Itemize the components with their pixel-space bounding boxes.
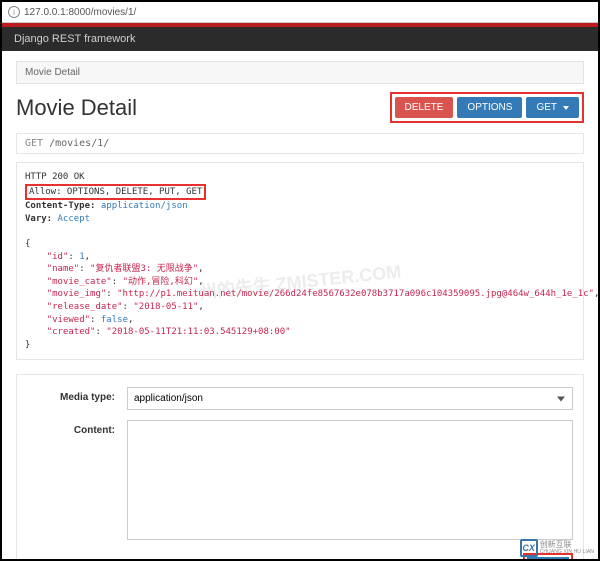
breadcrumb-current: Movie Detail [25,67,80,78]
media-type-label: Media type: [27,387,127,403]
action-button-group: DELETE OPTIONS GET [390,92,584,123]
site-info-icon[interactable]: i [8,6,20,18]
brand-line2: CHUANG XIN HU LIAN [540,550,594,555]
url-text: 127.0.0.1:8000/movies/1/ [24,7,136,18]
status-line: HTTP 200 OK [25,172,85,182]
navbar-brand[interactable]: Django REST framework [14,33,135,45]
content-label: Content: [27,420,127,436]
request-method: GET [25,138,43,149]
response-text: HTTP 200 OK Allow: OPTIONS, DELETE, PUT,… [25,171,575,351]
get-button-label: GET [536,102,557,113]
breadcrumb: Movie Detail [16,61,584,84]
browser-address-bar[interactable]: i 127.0.0.1:8000/movies/1/ [2,2,598,23]
media-type-select[interactable]: application/json [127,387,573,410]
options-button[interactable]: OPTIONS [457,97,522,118]
brand-logo-icon: CX [520,539,538,557]
content-textarea[interactable] [127,420,573,540]
request-path: /movies/1/ [49,138,109,149]
allow-header-highlight: Allow: OPTIONS, DELETE, PUT, GET [25,184,206,201]
response-panel: 州的先生 ZMISTER.COM HTTP 200 OK Allow: OPTI… [16,162,584,360]
raw-form-panel: Media type: application/json Content: [16,374,584,561]
delete-button[interactable]: DELETE [395,97,454,118]
footer-brand: CX 创新互联 CHUANG XIN HU LIAN [520,539,594,557]
page-title: Movie Detail [16,95,137,121]
get-button[interactable]: GET [526,97,579,118]
navbar: Django REST framework [2,27,598,51]
request-line: GET /movies/1/ [16,133,584,154]
chevron-down-icon [563,106,569,110]
put-button[interactable] [527,557,569,561]
